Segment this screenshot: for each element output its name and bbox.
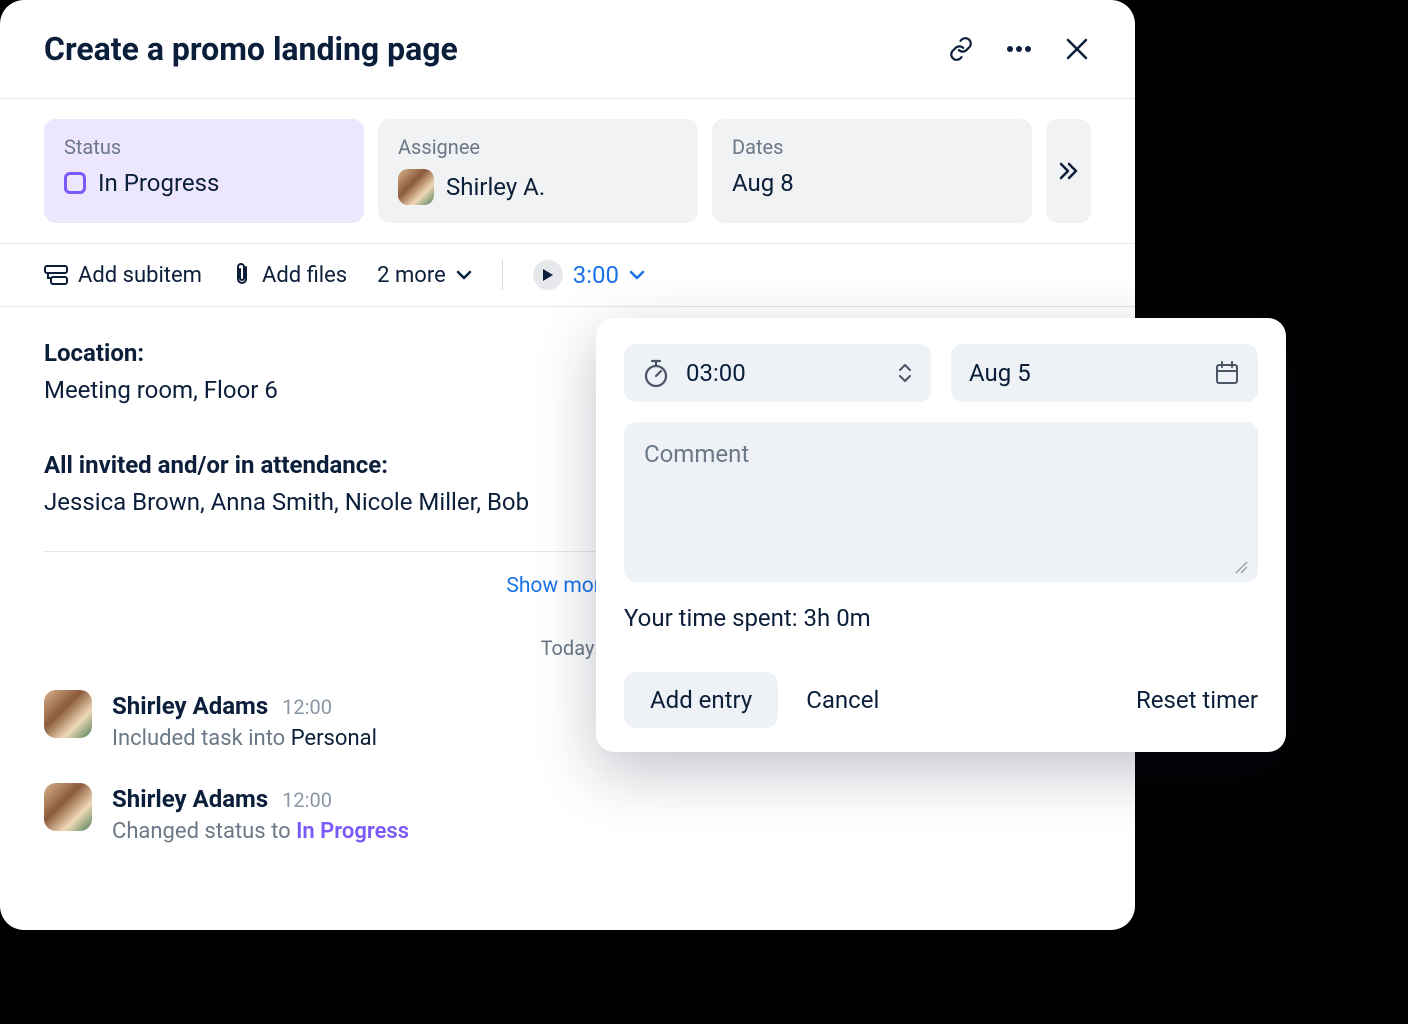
today-label: Today <box>541 636 595 660</box>
assignee-value: Shirley A. <box>446 173 545 201</box>
add-files-button[interactable]: Add files <box>232 263 347 288</box>
popover-actions: Add entry Cancel Reset timer <box>624 672 1258 728</box>
status-label: Status <box>64 135 344 159</box>
calendar-icon <box>1214 360 1240 386</box>
dates-label: Dates <box>732 135 1012 159</box>
duration-input[interactable]: 03:00 <box>624 344 931 402</box>
task-header: Create a promo landing page <box>0 0 1135 98</box>
activity-text: Included task into Personal <box>112 726 377 751</box>
divider <box>502 260 503 290</box>
stopwatch-icon <box>642 358 670 388</box>
status-field[interactable]: Status In Progress <box>44 119 364 223</box>
header-actions <box>947 35 1091 63</box>
avatar <box>44 690 92 738</box>
status-value: In Progress <box>98 169 219 197</box>
more-actions-button[interactable]: 2 more <box>377 263 472 288</box>
task-title: Create a promo landing page <box>44 30 947 68</box>
date-value: Aug 5 <box>969 359 1031 387</box>
add-subitem-button[interactable]: Add subitem <box>44 263 202 288</box>
resize-handle-icon[interactable] <box>1232 558 1248 574</box>
activity-time: 12:00 <box>282 695 332 719</box>
assignee-label: Assignee <box>398 135 678 159</box>
avatar <box>398 169 434 205</box>
comment-placeholder: Comment <box>644 440 1238 468</box>
cancel-button[interactable]: Cancel <box>806 686 879 714</box>
expand-fields-button[interactable] <box>1046 119 1091 223</box>
add-entry-button[interactable]: Add entry <box>624 672 778 728</box>
link-icon[interactable] <box>947 35 975 63</box>
actions-row: Add subitem Add files 2 more 3:00 <box>0 244 1135 306</box>
activity-user: Shirley Adams <box>112 785 268 813</box>
activity-text: Changed status to In Progress <box>112 819 409 844</box>
play-icon[interactable] <box>533 260 563 290</box>
status-color-icon <box>64 172 86 194</box>
time-entry-popover: 03:00 Aug 5 Comment Your time s <box>596 318 1286 752</box>
more-icon[interactable] <box>1005 35 1033 63</box>
comment-input[interactable]: Comment <box>624 422 1258 582</box>
time-spent-summary: Your time spent: 3h 0m <box>624 604 1258 632</box>
activity-user: Shirley Adams <box>112 692 268 720</box>
fields-row: Status In Progress Assignee Shirley A. D… <box>0 99 1135 243</box>
dates-value: Aug 8 <box>732 169 794 197</box>
avatar <box>44 783 92 831</box>
add-subitem-label: Add subitem <box>78 263 202 288</box>
reset-timer-button[interactable]: Reset timer <box>1136 686 1258 714</box>
activity-item: Shirley Adams 12:00 Changed status to In… <box>44 767 1091 860</box>
stepper-icon[interactable] <box>897 363 913 383</box>
add-files-label: Add files <box>262 263 347 288</box>
more-count-label: 2 more <box>377 263 446 288</box>
duration-value: 03:00 <box>686 359 746 387</box>
close-icon[interactable] <box>1063 35 1091 63</box>
dates-field[interactable]: Dates Aug 8 <box>712 119 1032 223</box>
timer-control[interactable]: 3:00 <box>533 260 645 290</box>
activity-time: 12:00 <box>282 788 332 812</box>
date-input[interactable]: Aug 5 <box>951 344 1258 402</box>
assignee-field[interactable]: Assignee Shirley A. <box>378 119 698 223</box>
timer-value[interactable]: 3:00 <box>573 261 619 289</box>
